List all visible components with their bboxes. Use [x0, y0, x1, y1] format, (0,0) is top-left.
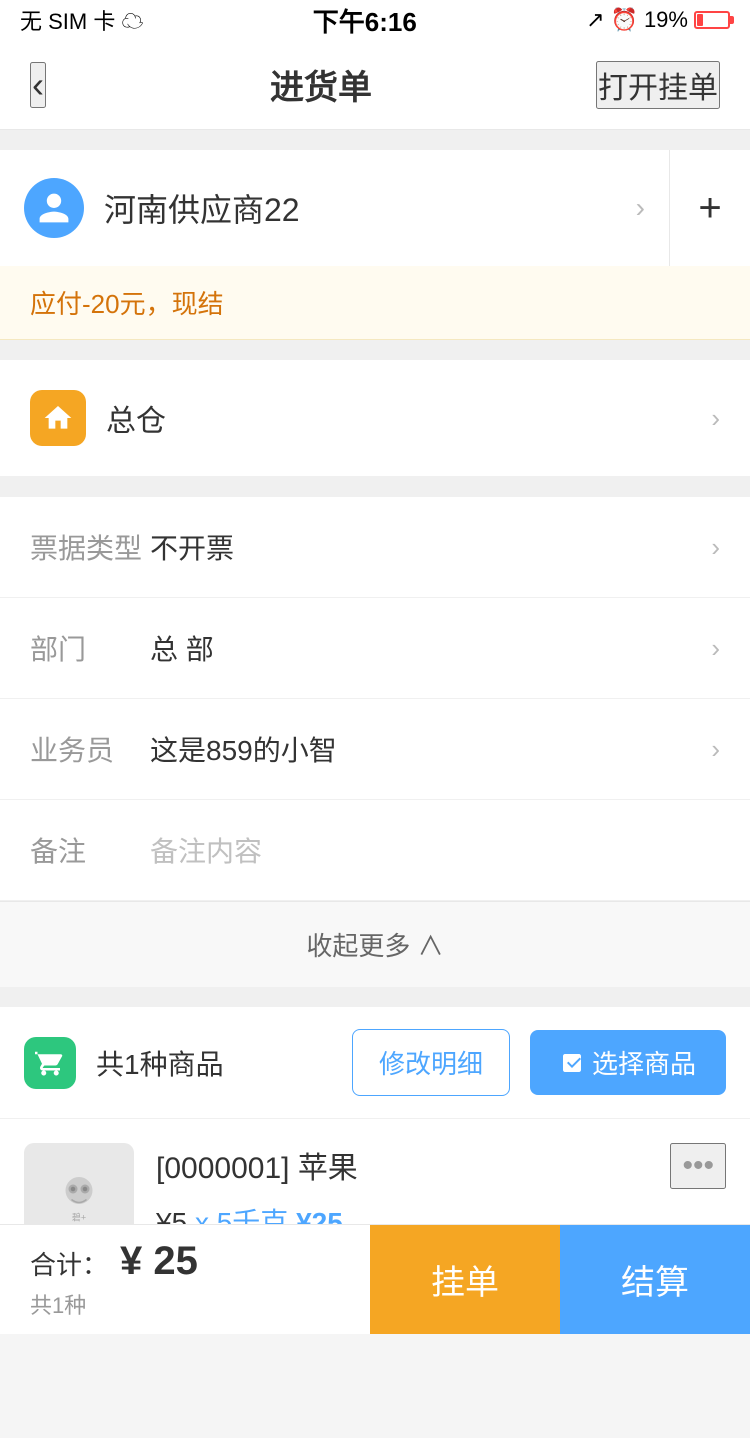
product-more-button[interactable]: •••	[670, 1143, 726, 1189]
select-product-button[interactable]: 选择商品	[530, 1030, 726, 1095]
section-gap-1	[0, 130, 750, 150]
settle-button[interactable]: 结算	[560, 1225, 750, 1334]
status-right: ↗ ⏰ 19%	[586, 7, 730, 33]
supplier-info-banner: 应付-20元，现结	[0, 266, 750, 340]
status-time: 下午6:16	[313, 2, 417, 39]
product-header-icon	[24, 1037, 76, 1089]
supplier-name: 河南供应商22	[104, 185, 636, 231]
footer-total: 合计： ¥ 25 共1种	[0, 1225, 370, 1334]
department-chevron-icon: ›	[711, 633, 720, 664]
pending-button[interactable]: 挂单	[370, 1225, 560, 1334]
battery-label: 19%	[644, 7, 688, 33]
footer-total-label: 合计：	[30, 1245, 108, 1282]
cart-icon	[35, 1048, 65, 1078]
page-title: 进货单	[270, 60, 372, 109]
section-gap-2	[0, 340, 750, 360]
supplier-section: 河南供应商22 › +	[0, 150, 750, 266]
alarm-icon: ⏰	[611, 7, 638, 33]
product-thumb-icon: 碧+	[49, 1168, 109, 1228]
salesperson-label: 业务员	[30, 729, 150, 769]
collapse-button[interactable]: 收起更多 ∧	[0, 901, 750, 987]
product-header: 共1种商品 修改明细 选择商品	[0, 1007, 750, 1119]
invoice-type-row[interactable]: 票据类型 不开票 ›	[0, 497, 750, 598]
product-count-label: 共1种商品	[96, 1043, 332, 1083]
warehouse-row[interactable]: 总仓 ›	[0, 360, 750, 477]
product-title: 苹果	[298, 1152, 358, 1185]
product-code: [0000001]	[156, 1152, 289, 1185]
department-label: 部门	[30, 628, 150, 668]
product-name: [0000001] 苹果	[156, 1143, 670, 1187]
warehouse-name: 总仓	[106, 396, 701, 440]
battery-icon	[694, 11, 730, 29]
salesperson-chevron-icon: ›	[711, 734, 720, 765]
back-button[interactable]: ‹	[30, 62, 46, 108]
sim-wifi-label: 无 SIM 卡 ☁	[20, 4, 143, 36]
footer-bar: 合计： ¥ 25 共1种 挂单 结算	[0, 1224, 750, 1334]
nav-bar: ‹ 进货单 打开挂单	[0, 40, 750, 130]
home-icon	[42, 402, 74, 434]
department-row[interactable]: 部门 总 部 ›	[0, 598, 750, 699]
remark-row[interactable]: 备注 备注内容	[0, 800, 750, 901]
status-left: 无 SIM 卡 ☁	[20, 4, 143, 36]
warehouse-chevron-icon: ›	[711, 403, 720, 434]
open-pending-button[interactable]: 打开挂单	[596, 61, 720, 109]
supplier-avatar	[24, 178, 84, 238]
warehouse-icon	[30, 390, 86, 446]
svg-text:碧+: 碧+	[72, 1212, 86, 1223]
department-value: 总 部	[150, 628, 701, 668]
remark-label: 备注	[30, 830, 150, 870]
select-product-label: 选择商品	[592, 1044, 696, 1081]
add-supplier-button[interactable]: +	[670, 150, 750, 266]
select-product-icon	[560, 1051, 584, 1075]
supplier-selector[interactable]: 河南供应商22 ›	[0, 150, 670, 266]
invoice-type-value: 不开票	[150, 527, 701, 567]
status-bar: 无 SIM 卡 ☁ 下午6:16 ↗ ⏰ 19%	[0, 0, 750, 40]
invoice-type-label: 票据类型	[30, 527, 150, 567]
salesperson-value: 这是859的小智	[150, 729, 701, 769]
footer-total-amount: ¥ 25	[120, 1239, 198, 1284]
edit-detail-button[interactable]: 修改明细	[352, 1029, 510, 1096]
section-gap-3	[0, 477, 750, 497]
remark-placeholder: 备注内容	[150, 830, 720, 870]
section-gap-4	[0, 987, 750, 1007]
salesperson-row[interactable]: 业务员 这是859的小智 ›	[0, 699, 750, 800]
footer-total-sub: 共1种	[30, 1288, 340, 1320]
person-icon	[36, 190, 72, 226]
location-icon: ↗	[586, 7, 604, 33]
supplier-chevron-icon: ›	[636, 192, 645, 224]
invoice-chevron-icon: ›	[711, 532, 720, 563]
